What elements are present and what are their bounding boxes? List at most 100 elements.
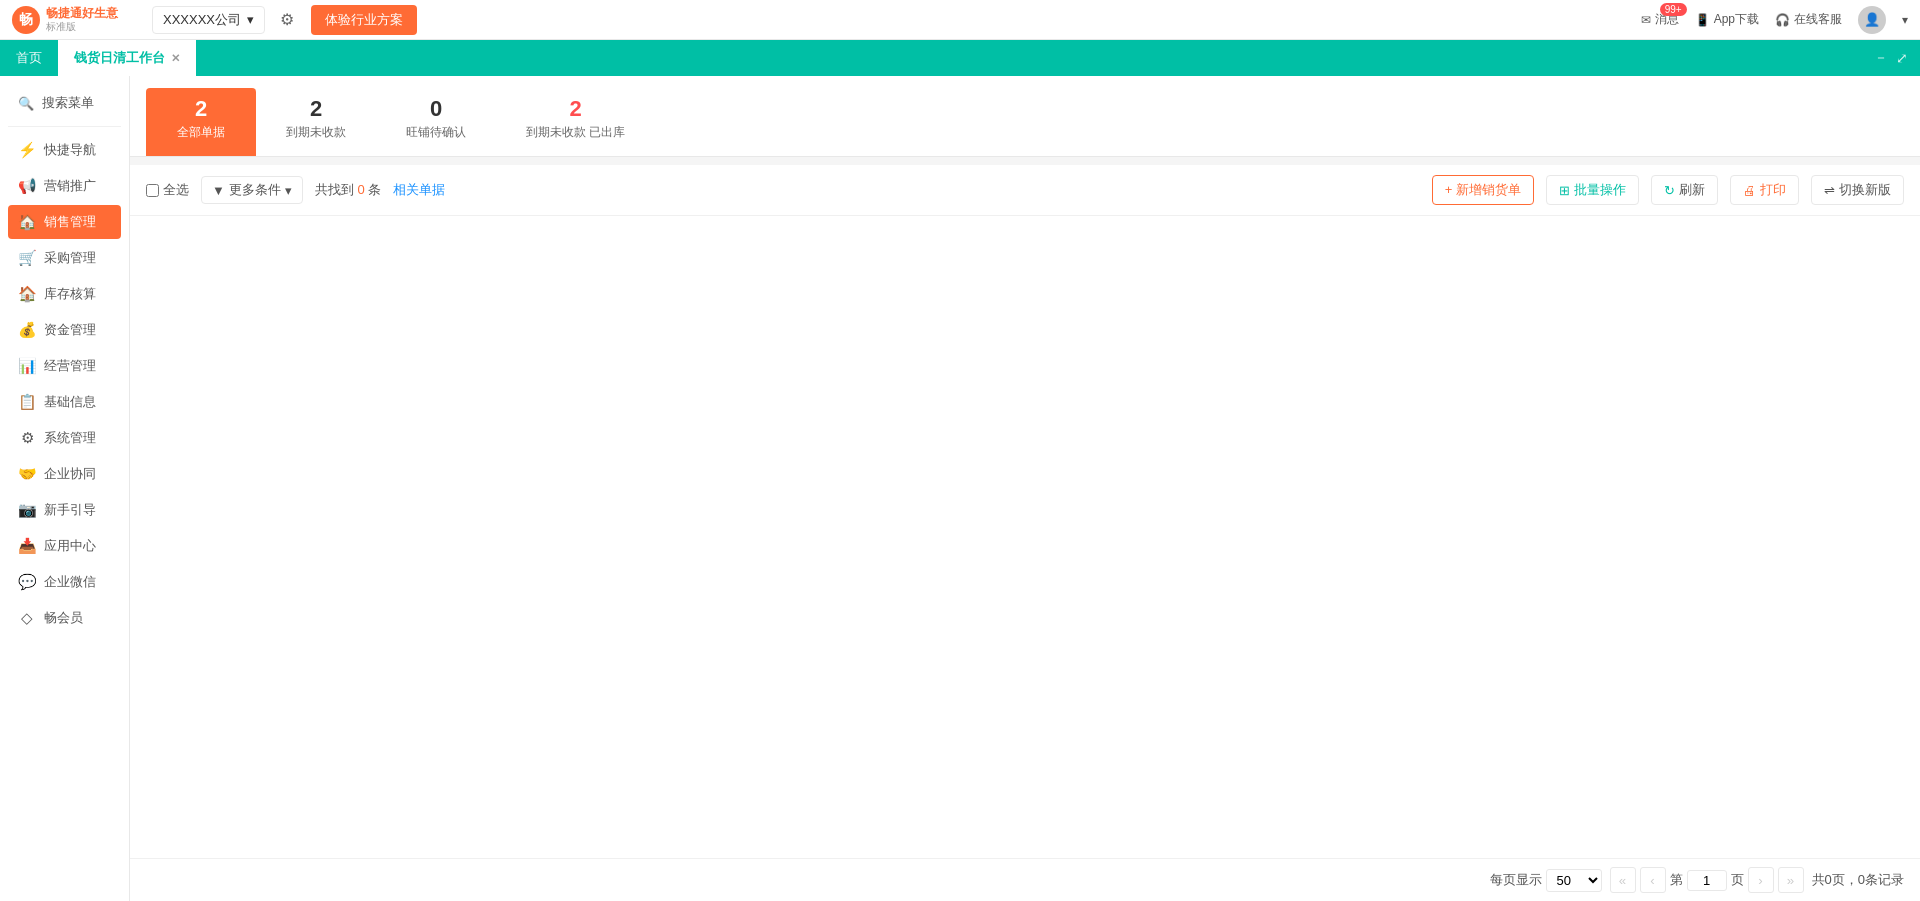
search-menu-label: 搜索菜单: [42, 94, 94, 112]
sidebar-item-label: 快捷导航: [44, 141, 96, 159]
search-menu[interactable]: 🔍 搜索菜单: [8, 86, 121, 120]
switch-version-button[interactable]: ⇌ 切换新版: [1811, 175, 1904, 205]
found-text: 共找到 0 条: [315, 181, 381, 199]
sidebar-item-inventory[interactable]: 🏠 库存核算: [8, 277, 121, 311]
sidebar-item-app-center[interactable]: 📥 应用中心: [8, 529, 121, 563]
stat-number-all: 2: [195, 96, 207, 122]
download-icon: 📱: [1695, 13, 1710, 27]
sidebar-item-purchase[interactable]: 🛒 采购管理: [8, 241, 121, 275]
user-menu[interactable]: ▾: [1902, 13, 1908, 27]
messages-action[interactable]: ✉ 消息 99+: [1641, 11, 1679, 28]
tab-minimize-button[interactable]: －: [1874, 49, 1888, 67]
switch-btn-label: 切换新版: [1839, 181, 1891, 199]
finance-icon: 💰: [18, 321, 36, 339]
sales-icon: 🏠: [18, 213, 36, 231]
avatar-icon: 👤: [1864, 12, 1880, 27]
sidebar-item-label: 企业协同: [44, 465, 96, 483]
app-download-label: App下载: [1714, 11, 1759, 28]
tab-maximize-button[interactable]: ⤢: [1896, 50, 1908, 66]
quick-nav-icon: ⚡: [18, 141, 36, 159]
app-download-action[interactable]: 📱 App下载: [1695, 11, 1759, 28]
first-page-button[interactable]: «: [1610, 867, 1636, 893]
online-service-label: 在线客服: [1794, 11, 1842, 28]
refresh-button[interactable]: ↻ 刷新: [1651, 175, 1718, 205]
chevron-down-icon: ▾: [247, 12, 254, 27]
logo-text: 畅捷通好生意 标准版: [46, 6, 118, 32]
sidebar-item-sales[interactable]: 🏠 销售管理: [8, 205, 121, 239]
next-page-button[interactable]: ›: [1748, 867, 1774, 893]
avatar[interactable]: 👤: [1858, 6, 1886, 34]
page-size-dropdown[interactable]: 50 100 200: [1546, 869, 1602, 892]
purchase-icon: 🛒: [18, 249, 36, 267]
sidebar-item-basic-info[interactable]: 📋 基础信息: [8, 385, 121, 419]
page-size-select: 每页显示 50 100 200: [1490, 869, 1602, 892]
app-center-icon: 📥: [18, 537, 36, 555]
select-all-checkbox[interactable]: 全选: [146, 181, 189, 199]
top-header: 畅 畅捷通好生意 标准版 XXXXXX公司 ▾ ⚙ 体验行业方案 ✉ 消息 99…: [0, 0, 1920, 40]
sidebar-item-marketing[interactable]: 📢 营销推广: [8, 169, 121, 203]
sidebar-item-label: 资金管理: [44, 321, 96, 339]
system-icon: ⚙: [18, 429, 36, 447]
chevron-down-filter-icon: ▾: [285, 183, 292, 198]
tab-close-icon[interactable]: ✕: [171, 52, 180, 65]
content-area: 2 全部单据 2 到期未收款 0 旺铺待确认 2 到期未收款 已出库 全选: [130, 76, 1920, 901]
sidebar-item-beginner-guide[interactable]: 📷 新手引导: [8, 493, 121, 527]
tab-home[interactable]: 首页: [0, 40, 58, 76]
sidebar-item-label: 系统管理: [44, 429, 96, 447]
marketing-icon: 📢: [18, 177, 36, 195]
stat-tab-pending[interactable]: 0 旺铺待确认: [376, 88, 496, 156]
stat-tab-shipped[interactable]: 2 到期未收款 已出库: [496, 88, 655, 156]
more-filter-button[interactable]: ▼ 更多条件 ▾: [201, 176, 303, 204]
sidebar-item-enterprise-wechat[interactable]: 💬 企业微信: [8, 565, 121, 599]
print-button[interactable]: 🖨 打印: [1730, 175, 1799, 205]
sidebar-item-operation[interactable]: 📊 经营管理: [8, 349, 121, 383]
total-records-text: 共0页，0条记录: [1812, 871, 1904, 889]
stat-tab-overdue[interactable]: 2 到期未收款: [256, 88, 376, 156]
print-icon: 🖨: [1743, 183, 1756, 198]
messages-badge: 99+: [1660, 3, 1687, 16]
stat-tab-all[interactable]: 2 全部单据: [146, 88, 256, 156]
member-icon: ◇: [18, 609, 36, 627]
trial-button[interactable]: 体验行业方案: [311, 5, 417, 35]
related-documents-link[interactable]: 相关单据: [393, 181, 445, 199]
stats-tabs: 2 全部单据 2 到期未收款 0 旺铺待确认 2 到期未收款 已出库: [130, 76, 1920, 157]
found-unit: 条: [368, 182, 381, 197]
sidebar-item-label: 经营管理: [44, 357, 96, 375]
found-count: 0: [358, 182, 365, 197]
service-icon: 🎧: [1775, 13, 1790, 27]
tab-workbench[interactable]: 钱货日清工作台 ✕: [58, 40, 196, 76]
page-number-input[interactable]: [1687, 870, 1727, 891]
tab-home-label: 首页: [16, 49, 42, 67]
page-size-label: 每页显示: [1490, 871, 1542, 889]
logo-title: 畅捷通好生意: [46, 6, 118, 20]
enterprise-collab-icon: 🤝: [18, 465, 36, 483]
last-page-button[interactable]: »: [1778, 867, 1804, 893]
sidebar-item-enterprise-collab[interactable]: 🤝 企业协同: [8, 457, 121, 491]
sidebar-item-member[interactable]: ◇ 畅会员: [8, 601, 121, 635]
basic-info-icon: 📋: [18, 393, 36, 411]
switch-icon: ⇌: [1824, 183, 1835, 198]
stat-number-overdue: 2: [310, 96, 322, 122]
settings-icon[interactable]: ⚙: [273, 6, 301, 34]
add-sales-order-button[interactable]: + 新增销货单: [1432, 175, 1534, 205]
sidebar-divider-top: [8, 126, 121, 127]
sidebar-item-system[interactable]: ⚙ 系统管理: [8, 421, 121, 455]
batch-btn-label: 批量操作: [1574, 181, 1626, 199]
sidebar: 🔍 搜索菜单 ⚡ 快捷导航 📢 营销推广 🏠 销售管理 🛒 采购管理 🏠: [0, 76, 130, 901]
stat-label-shipped: 到期未收款 已出库: [526, 124, 625, 141]
sidebar-item-quick-nav[interactable]: ⚡ 快捷导航: [8, 133, 121, 167]
prev-page-button[interactable]: ‹: [1640, 867, 1666, 893]
stat-number-shipped: 2: [570, 96, 582, 122]
enterprise-wechat-icon: 💬: [18, 573, 36, 591]
sidebar-item-label: 畅会员: [44, 609, 83, 627]
logo-icon: 畅: [12, 6, 40, 34]
company-selector[interactable]: XXXXXX公司 ▾: [152, 6, 265, 34]
sidebar-item-label: 企业微信: [44, 573, 96, 591]
batch-operation-button[interactable]: ⊞ 批量操作: [1546, 175, 1639, 205]
sidebar-item-label: 采购管理: [44, 249, 96, 267]
select-all-input[interactable]: [146, 184, 159, 197]
online-service-action[interactable]: 🎧 在线客服: [1775, 11, 1842, 28]
sidebar-item-finance[interactable]: 💰 资金管理: [8, 313, 121, 347]
stat-label-all: 全部单据: [177, 124, 225, 141]
sidebar-top: 🔍 搜索菜单 ⚡ 快捷导航 📢 营销推广 🏠 销售管理 🛒 采购管理 🏠: [0, 76, 129, 645]
